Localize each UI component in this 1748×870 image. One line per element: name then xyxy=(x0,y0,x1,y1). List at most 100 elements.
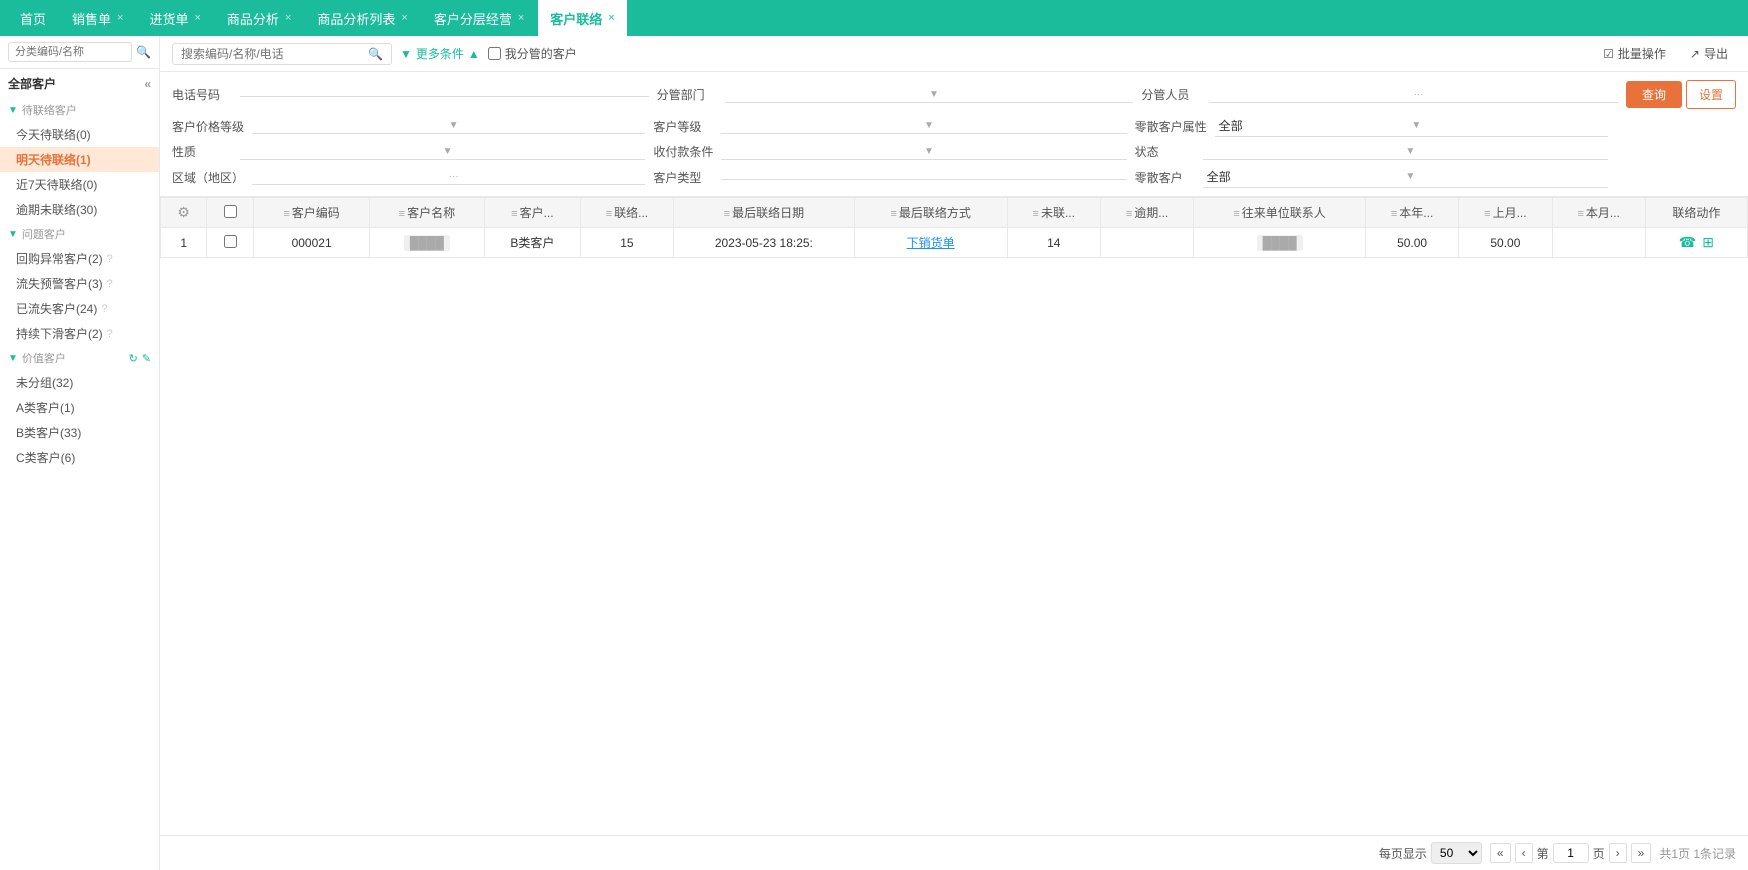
nav-purchase[interactable]: 进货单 × xyxy=(137,0,212,36)
phone-action-icon[interactable]: ☎ xyxy=(1679,234,1696,251)
th-overdue[interactable]: ≡逾期... xyxy=(1100,198,1193,228)
filter-price-level: 客户价格等级 ▼ xyxy=(172,118,645,135)
toolbar-right: ☑ 批量操作 ↗ 导出 xyxy=(1595,42,1736,65)
close-icon[interactable]: × xyxy=(117,12,123,24)
close-icon[interactable]: × xyxy=(401,12,407,24)
content-area: 🔍 ▼ 更多条件 ▲ 我分管的客户 ☑ 批量操作 ↗ 导出 xyxy=(160,36,1748,870)
nav-customer-contact[interactable]: 客户联络 × xyxy=(538,0,626,36)
search-input[interactable] xyxy=(181,47,368,61)
status-select[interactable]: ▼ xyxy=(1203,144,1608,160)
query-button[interactable]: 查询 xyxy=(1626,81,1682,108)
phone-input[interactable] xyxy=(240,92,649,97)
edit-icon[interactable]: ✎ xyxy=(142,352,151,365)
sidebar-search-input[interactable] xyxy=(8,42,132,62)
th-customer-type[interactable]: ≡客户... xyxy=(485,198,581,228)
th-name[interactable]: ≡客户名称 xyxy=(369,198,484,228)
th-code[interactable]: ≡客户编码 xyxy=(254,198,369,228)
th-contact-person[interactable]: ≡往来单位联系人 xyxy=(1194,198,1366,228)
th-last-month[interactable]: ≡上月... xyxy=(1459,198,1552,228)
td-last-month: 50.00 xyxy=(1459,228,1552,258)
more-filters-btn[interactable]: ▼ 更多条件 ▲ xyxy=(400,45,480,62)
td-checkbox[interactable] xyxy=(207,228,254,258)
customer-type-select[interactable] xyxy=(721,175,1126,180)
nav-sales[interactable]: 销售单 × xyxy=(60,0,135,36)
sidebar-item-today[interactable]: 今天待联络(0) xyxy=(0,122,159,147)
price-level-select[interactable]: ▼ xyxy=(252,118,645,134)
filter-actions: 查询 设置 xyxy=(1626,80,1736,109)
close-icon[interactable]: × xyxy=(608,12,614,24)
sidebar-item-ungrouped[interactable]: 未分组(32) xyxy=(0,370,159,395)
sidebar-item-class-c[interactable]: C类客户(6) xyxy=(0,445,159,470)
th-settings[interactable]: ⚙ xyxy=(161,198,207,228)
sidebar-item-tomorrow[interactable]: 明天待联络(1) xyxy=(0,147,159,172)
sidebar-item-class-b[interactable]: B类客户(33) xyxy=(0,420,159,445)
nav-analysis[interactable]: 商品分析 × xyxy=(215,0,303,36)
th-last-contact-date[interactable]: ≡最后联络日期 xyxy=(674,198,855,228)
td-last-contact-method[interactable]: 下销货单 xyxy=(854,228,1007,258)
th-last-contact-method[interactable]: ≡最后联络方式 xyxy=(854,198,1007,228)
sort-icon: ≡ xyxy=(1033,208,1039,220)
td-overdue xyxy=(1100,228,1193,258)
batch-ops-btn[interactable]: ☑ 批量操作 xyxy=(1595,42,1674,65)
retail-attr-select[interactable]: 全部 ▼ xyxy=(1215,115,1608,137)
first-page-btn[interactable]: « xyxy=(1490,843,1511,863)
search-icon[interactable]: 🔍 xyxy=(136,45,151,59)
chevron-up-icon: ▲ xyxy=(468,47,480,61)
last-page-btn[interactable]: » xyxy=(1631,843,1652,863)
close-icon[interactable]: × xyxy=(194,12,200,24)
page-input[interactable] xyxy=(1553,843,1589,863)
gender-select[interactable]: ▼ xyxy=(240,144,645,160)
sidebar-item-class-a[interactable]: A类客户(1) xyxy=(0,395,159,420)
customer-level-select[interactable]: ▼ xyxy=(721,118,1126,134)
region-select[interactable]: ··· xyxy=(252,169,645,185)
page-size-select[interactable]: 50 100 200 xyxy=(1431,842,1482,864)
search-icon[interactable]: 🔍 xyxy=(368,47,383,61)
page-size-area: 每页显示 50 100 200 xyxy=(1379,842,1482,864)
refresh-icon[interactable]: ↻ xyxy=(129,352,138,365)
close-icon[interactable]: × xyxy=(285,12,291,24)
row-checkbox[interactable] xyxy=(224,235,237,248)
select-all-checkbox[interactable] xyxy=(224,205,237,218)
th-this-month[interactable]: ≡本月... xyxy=(1552,198,1645,228)
sidebar-item-declining[interactable]: 持续下滑客户(2) ? xyxy=(0,321,159,346)
payment-select[interactable]: ▼ xyxy=(721,144,1126,160)
filter-dept: 分管部门 ▼ xyxy=(657,86,1134,103)
manager-select[interactable]: ··· xyxy=(1209,87,1618,103)
export-btn[interactable]: ↗ 导出 xyxy=(1682,42,1736,65)
contact-method-link[interactable]: 下销货单 xyxy=(907,236,955,250)
dept-select[interactable]: ▼ xyxy=(725,87,1134,103)
triangle-icon: ▼ xyxy=(8,105,18,116)
nav-home[interactable]: 首页 xyxy=(8,0,58,36)
close-icon[interactable]: × xyxy=(518,12,524,24)
th-this-year[interactable]: ≡本年... xyxy=(1365,198,1458,228)
filter-payment: 收付款条件 ▼ xyxy=(653,143,1126,160)
sidebar-item-overdue[interactable]: 逾期未联络(30) xyxy=(0,197,159,222)
th-contact[interactable]: ≡联络... xyxy=(580,198,673,228)
filter-phone: 电话号码 xyxy=(172,86,649,103)
sort-icon: ≡ xyxy=(1233,208,1239,220)
collapse-icon[interactable]: « xyxy=(144,77,151,91)
prev-page-btn[interactable]: ‹ xyxy=(1515,843,1533,863)
filter-retail-attr: 零散客户属性 全部 ▼ xyxy=(1135,115,1608,137)
filter-retail-customer: 零散客户 全部 ▼ xyxy=(1135,166,1608,188)
th-not-contacted[interactable]: ≡未联... xyxy=(1007,198,1100,228)
filter-icon: ▼ xyxy=(400,47,412,61)
sidebar-group-pending: ▼ 待联络客户 xyxy=(0,98,159,122)
setting-button[interactable]: 设置 xyxy=(1686,80,1736,109)
sidebar-group-problem: ▼ 问题客户 xyxy=(0,222,159,246)
retail-customer-select[interactable]: 全部 ▼ xyxy=(1203,166,1608,188)
sidebar-all-customers[interactable]: 全部客户 « xyxy=(0,69,159,98)
grid-action-icon[interactable]: ⊞ xyxy=(1702,234,1714,251)
nav-customer-segment[interactable]: 客户分层经营 × xyxy=(422,0,536,36)
sidebar-item-lost-warning[interactable]: 流失预警客户(3) ? xyxy=(0,271,159,296)
next-page-btn[interactable]: › xyxy=(1609,843,1627,863)
my-customers-checkbox[interactable] xyxy=(488,47,501,60)
th-checkbox[interactable] xyxy=(207,198,254,228)
td-name: ████ xyxy=(369,228,484,258)
chevron-down-icon: ▼ xyxy=(924,120,1123,131)
sidebar-item-abnormal[interactable]: 回购异常客户(2) ? xyxy=(0,246,159,271)
sidebar-item-7days[interactable]: 近7天待联络(0) xyxy=(0,172,159,197)
gear-icon[interactable]: ⚙ xyxy=(177,204,190,220)
nav-analysis-table[interactable]: 商品分析列表 × xyxy=(305,0,419,36)
sidebar-item-lost[interactable]: 已流失客户(24) ? xyxy=(0,296,159,321)
